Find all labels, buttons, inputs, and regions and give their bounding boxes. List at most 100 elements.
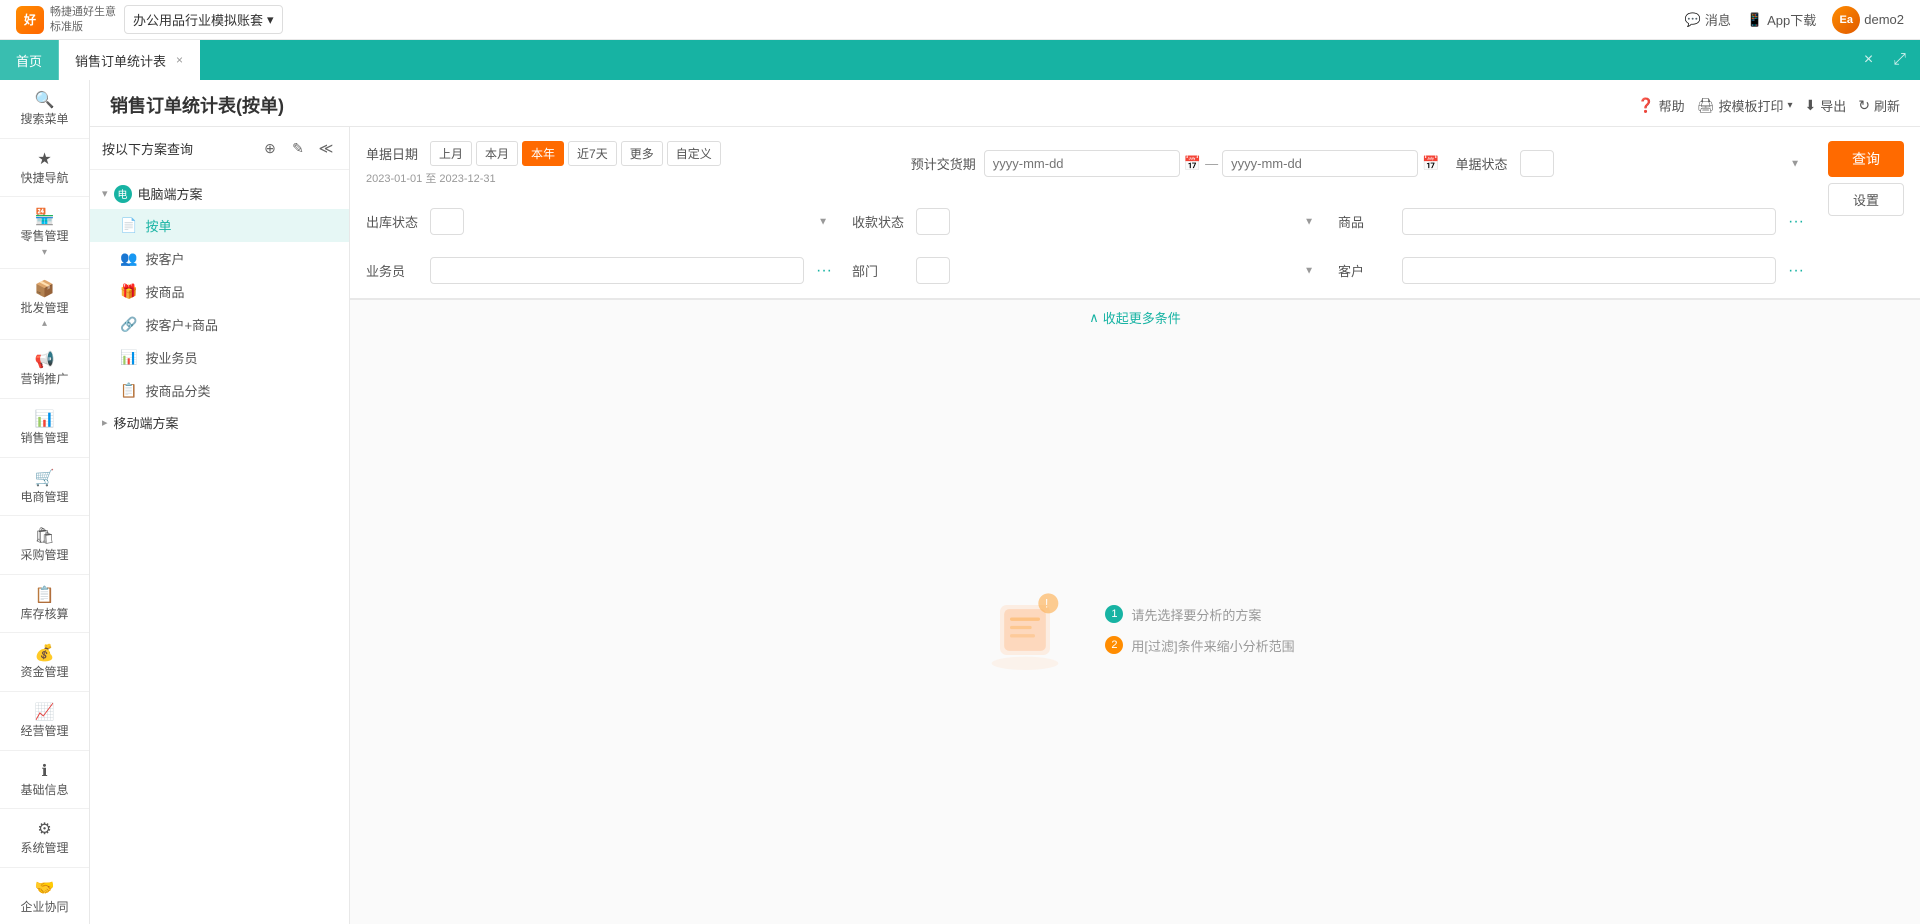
empty-state: ! 1 请先选择要分析的方案 2 用[过滤]条件来缩小分析范围 — [350, 335, 1920, 924]
basic-icon: ℹ — [41, 761, 47, 781]
workspace-selector[interactable]: 办公用品行业模拟账套 ▾ — [124, 5, 283, 34]
tree-group-mobile-header[interactable]: ▸ 移动端方案 — [90, 407, 349, 438]
salesperson-input[interactable] — [430, 257, 804, 284]
window-maximize-button[interactable]: ⤢ — [1887, 49, 1912, 71]
tree-item-by-salesperson[interactable]: 📊 按业务员 — [90, 341, 349, 374]
chevron-down-icon: ▾ — [267, 12, 274, 28]
delivery-date-start-input[interactable] — [984, 150, 1180, 177]
print-icon: 🖨 — [1697, 97, 1715, 114]
tree-item-by-product[interactable]: 🎁 按商品 — [90, 275, 349, 308]
date-btn-more[interactable]: 更多 — [621, 141, 663, 166]
by-salesperson-icon: 📊 — [120, 349, 137, 366]
user-avatar: Ea — [1832, 6, 1860, 34]
filter-row-1: 单据日期 上月 本月 本年 近7天 更多 自定义 — [366, 141, 1808, 186]
refresh-icon: ↻ — [1858, 97, 1870, 114]
help-button[interactable]: ❓ 帮助 — [1637, 96, 1684, 115]
delivery-date-end-input[interactable] — [1222, 150, 1418, 177]
tree-item-by-order[interactable]: 📄 按单 — [90, 209, 349, 242]
quick-nav-icon: ★ — [37, 149, 51, 169]
empty-illustration: ! — [975, 580, 1075, 680]
out-status-select[interactable] — [430, 208, 464, 235]
filter-row-3: 业务员 ··· 部门 — [366, 257, 1808, 284]
sidebar-item-inventory[interactable]: 📋 库存核算 — [0, 575, 89, 634]
tree-item-by-customer-product[interactable]: 🔗 按客户+商品 — [90, 308, 349, 341]
by-product-category-icon: 📋 — [120, 382, 137, 399]
sidebar-item-enterprise[interactable]: 🤝 企业协同 — [0, 868, 89, 924]
add-solution-button[interactable]: ⊕ — [259, 137, 281, 159]
search-menu-icon: 🔍 — [35, 90, 55, 110]
date-label: 单据日期 — [366, 144, 422, 163]
window-close-button[interactable]: × — [1858, 49, 1879, 71]
tab-home[interactable]: 首页 — [0, 40, 59, 80]
left-panel-title: 按以下方案查询 — [102, 139, 193, 158]
by-customer-icon: 👥 — [120, 250, 137, 267]
tip-num-1: 1 — [1105, 605, 1123, 623]
product-more-icon[interactable]: ··· — [1784, 213, 1808, 231]
date-btn-this-month[interactable]: 本月 — [476, 141, 518, 166]
app-download-button[interactable]: 📱 App下载 — [1747, 10, 1816, 29]
sidebar-item-marketing[interactable]: 📢 营销推广 — [0, 340, 89, 399]
settings-button[interactable]: 设置 — [1828, 183, 1904, 216]
collapse-bar[interactable]: ∧ 收起更多条件 — [350, 299, 1920, 335]
sidebar-item-retail[interactable]: 🏪 零售管理 ▾ — [0, 197, 89, 269]
product-input[interactable] — [1402, 208, 1776, 235]
export-icon: ⬇ — [1805, 97, 1817, 114]
filter-group-product: 商品 ··· — [1338, 208, 1808, 235]
date-buttons: 上月 本月 本年 近7天 更多 自定义 — [430, 141, 721, 166]
print-button[interactable]: 🖨 按模板打印 ▾ — [1697, 96, 1793, 115]
message-button[interactable]: 💬 消息 — [1685, 10, 1731, 29]
sidebar-item-system[interactable]: ⚙ 系统管理 — [0, 809, 89, 868]
inventory-icon: 📋 — [35, 585, 55, 605]
tree-item-by-customer[interactable]: 👥 按客户 — [90, 242, 349, 275]
tree-item-by-product-category[interactable]: 📋 按商品分类 — [90, 374, 349, 407]
logo-text: 畅捷通好生意 标准版 — [50, 5, 116, 34]
filter-group-customer: 客户 ··· — [1338, 257, 1808, 284]
tree-group-pc-header[interactable]: ▾ 电 电脑端方案 — [90, 178, 349, 209]
content-area: 销售订单统计表(按单) ❓ 帮助 🖨 按模板打印 ▾ ⬇ 导出 — [90, 80, 1920, 924]
department-select[interactable] — [916, 257, 950, 284]
sales-icon: 📊 — [35, 409, 55, 429]
customer-label: 客户 — [1338, 261, 1394, 280]
query-button[interactable]: 查询 — [1828, 141, 1904, 177]
export-button[interactable]: ⬇ 导出 — [1805, 96, 1847, 115]
tab-close-icon[interactable]: × — [176, 53, 183, 67]
edit-solution-button[interactable]: ✎ — [287, 137, 309, 159]
product-label: 商品 — [1338, 212, 1394, 231]
sidebar-item-sales[interactable]: 📊 销售管理 — [0, 399, 89, 458]
sidebar-item-search-menu[interactable]: 🔍 搜索菜单 — [0, 80, 89, 139]
empty-tip-1: 1 请先选择要分析的方案 — [1105, 605, 1294, 624]
date-range-text: 2023-01-01 至 2023-12-31 — [366, 170, 496, 186]
customer-input[interactable] — [1402, 257, 1776, 284]
customer-more-icon[interactable]: ··· — [1784, 262, 1808, 280]
department-select-wrapper — [916, 257, 1322, 284]
sidebar-item-ecommerce[interactable]: 🛒 电商管理 — [0, 458, 89, 517]
sidebar-item-finance[interactable]: 💰 资金管理 — [0, 633, 89, 692]
date-btn-custom[interactable]: 自定义 — [667, 141, 721, 166]
date-btn-last-month[interactable]: 上月 — [430, 141, 472, 166]
date-btn-this-year[interactable]: 本年 — [522, 141, 564, 166]
salesperson-more-icon[interactable]: ··· — [812, 262, 836, 280]
header-right: 💬 消息 📱 App下载 Ea demo2 — [1685, 6, 1904, 34]
calendar-end-icon[interactable]: 📅 — [1422, 155, 1439, 172]
message-icon: 💬 — [1685, 12, 1701, 28]
tab-sales-order-stat[interactable]: 销售订单统计表 × — [59, 40, 200, 80]
user-menu[interactable]: Ea demo2 — [1832, 6, 1904, 34]
sidebar-item-operation[interactable]: 📈 经营管理 — [0, 692, 89, 751]
sidebar-item-wholesale[interactable]: 📦 批发管理 ▴ — [0, 269, 89, 341]
sidebar-item-purchase[interactable]: 🛍 采购管理 — [0, 516, 89, 575]
date-btn-last-7-days[interactable]: 近7天 — [568, 141, 617, 166]
by-product-icon: 🎁 — [120, 283, 137, 300]
calendar-start-icon[interactable]: 📅 — [1184, 155, 1201, 172]
sidebar-item-basic[interactable]: ℹ 基础信息 — [0, 751, 89, 810]
refresh-button[interactable]: ↻ 刷新 — [1858, 96, 1900, 115]
sidebar-item-quick-nav[interactable]: ★ 快捷导航 — [0, 139, 89, 198]
collapse-panel-button[interactable]: ≪ — [315, 137, 337, 159]
payment-status-label: 收款状态 — [852, 212, 908, 231]
doc-status-select[interactable] — [1520, 150, 1554, 177]
payment-status-select[interactable] — [916, 208, 950, 235]
retail-expand-icon: ▾ — [42, 247, 47, 258]
main-layout: 🔍 搜索菜单 ★ 快捷导航 🏪 零售管理 ▾ 📦 批发管理 ▴ 📢 营销推广 📊… — [0, 80, 1920, 924]
payment-status-select-wrapper — [916, 208, 1322, 235]
tree-group-pc: ▾ 电 电脑端方案 📄 按单 👥 按客户 � — [90, 178, 349, 407]
tree-group-mobile: ▸ 移动端方案 — [90, 407, 349, 438]
